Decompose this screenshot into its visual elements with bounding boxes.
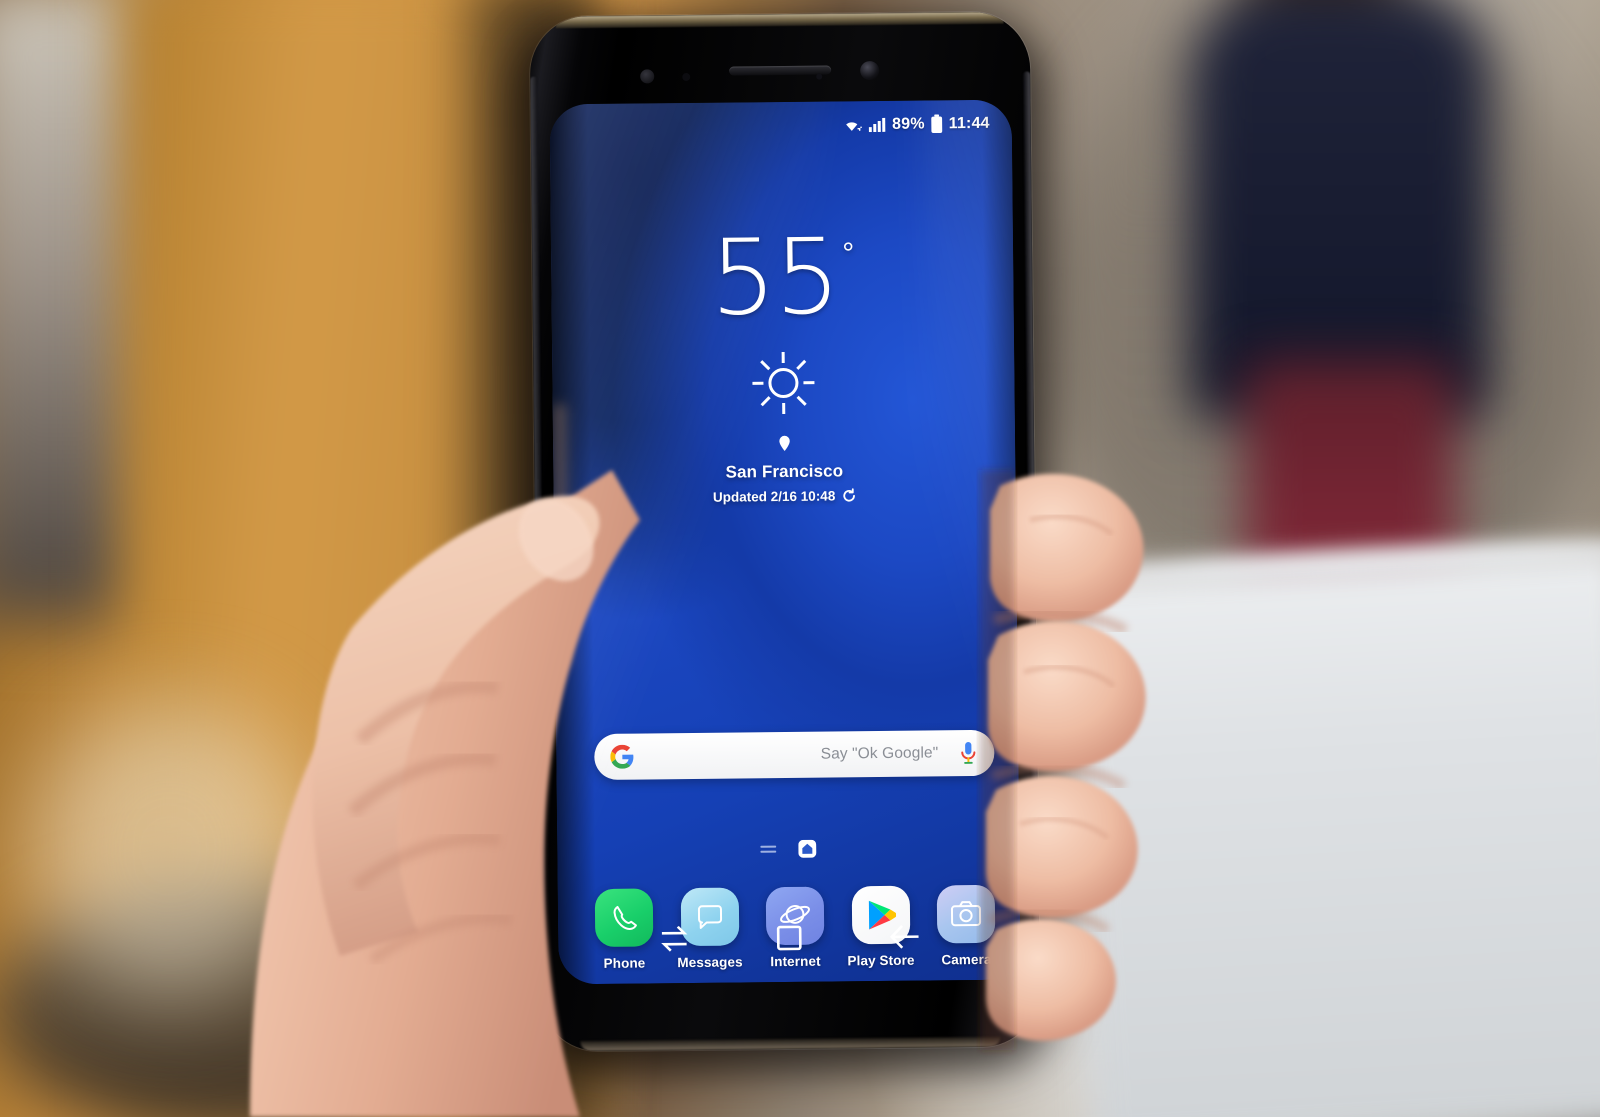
navigation-bar bbox=[558, 908, 1021, 969]
battery-icon bbox=[931, 114, 943, 134]
battery-percent-label: 89% bbox=[891, 115, 925, 133]
recents-button[interactable] bbox=[651, 916, 697, 962]
weather-widget[interactable]: 55 ° San Francisco Updated 2/16 10:48 bbox=[551, 215, 1016, 506]
weather-updated-label: Updated 2/16 10:48 bbox=[712, 488, 836, 505]
smartphone-device: 89% 11:44 55 ° San Francisco Updated 2/1… bbox=[511, 11, 1059, 1067]
background-person-torso bbox=[1190, 0, 1490, 420]
sun-icon bbox=[552, 345, 1015, 425]
notification-led bbox=[816, 73, 823, 80]
front-camera bbox=[860, 60, 880, 81]
location-pin-icon bbox=[553, 432, 1015, 459]
microphone-icon[interactable] bbox=[958, 741, 978, 765]
home-page-indicator[interactable] bbox=[798, 839, 817, 858]
bixby-home-page-indicator[interactable] bbox=[760, 843, 777, 855]
iris-scanner bbox=[640, 69, 655, 84]
background-white-counter bbox=[1065, 545, 1600, 1117]
phone-screen[interactable]: 89% 11:44 55 ° San Francisco Updated 2/1… bbox=[549, 99, 1021, 985]
background-light-glow bbox=[30, 700, 310, 1000]
weather-location-label: San Francisco bbox=[725, 461, 844, 482]
search-placeholder-label: Say "Ok Google" bbox=[820, 744, 939, 763]
refresh-icon[interactable] bbox=[841, 487, 856, 503]
degree-symbol: ° bbox=[842, 237, 855, 271]
status-bar: 89% 11:44 bbox=[842, 114, 990, 135]
clock-label: 11:44 bbox=[948, 114, 990, 132]
phone-body: 89% 11:44 55 ° San Francisco Updated 2/1… bbox=[529, 11, 1041, 1052]
temperature-row: 55 ° bbox=[709, 215, 855, 339]
back-button[interactable] bbox=[881, 914, 927, 960]
google-search-bar[interactable]: Say "Ok Google" bbox=[594, 729, 995, 781]
screenshot-scene: 89% 11:44 55 ° San Francisco Updated 2/1… bbox=[0, 0, 1600, 1117]
weather-updated-row: Updated 2/16 10:48 bbox=[554, 486, 1016, 506]
home-button[interactable] bbox=[766, 915, 812, 961]
cellular-signal-icon bbox=[869, 117, 886, 133]
google-g-icon bbox=[610, 744, 634, 769]
temperature-value: 55 bbox=[709, 215, 840, 339]
wifi-icon bbox=[846, 122, 863, 131]
proximity-sensor bbox=[682, 72, 691, 82]
page-indicator-row bbox=[557, 838, 1019, 861]
